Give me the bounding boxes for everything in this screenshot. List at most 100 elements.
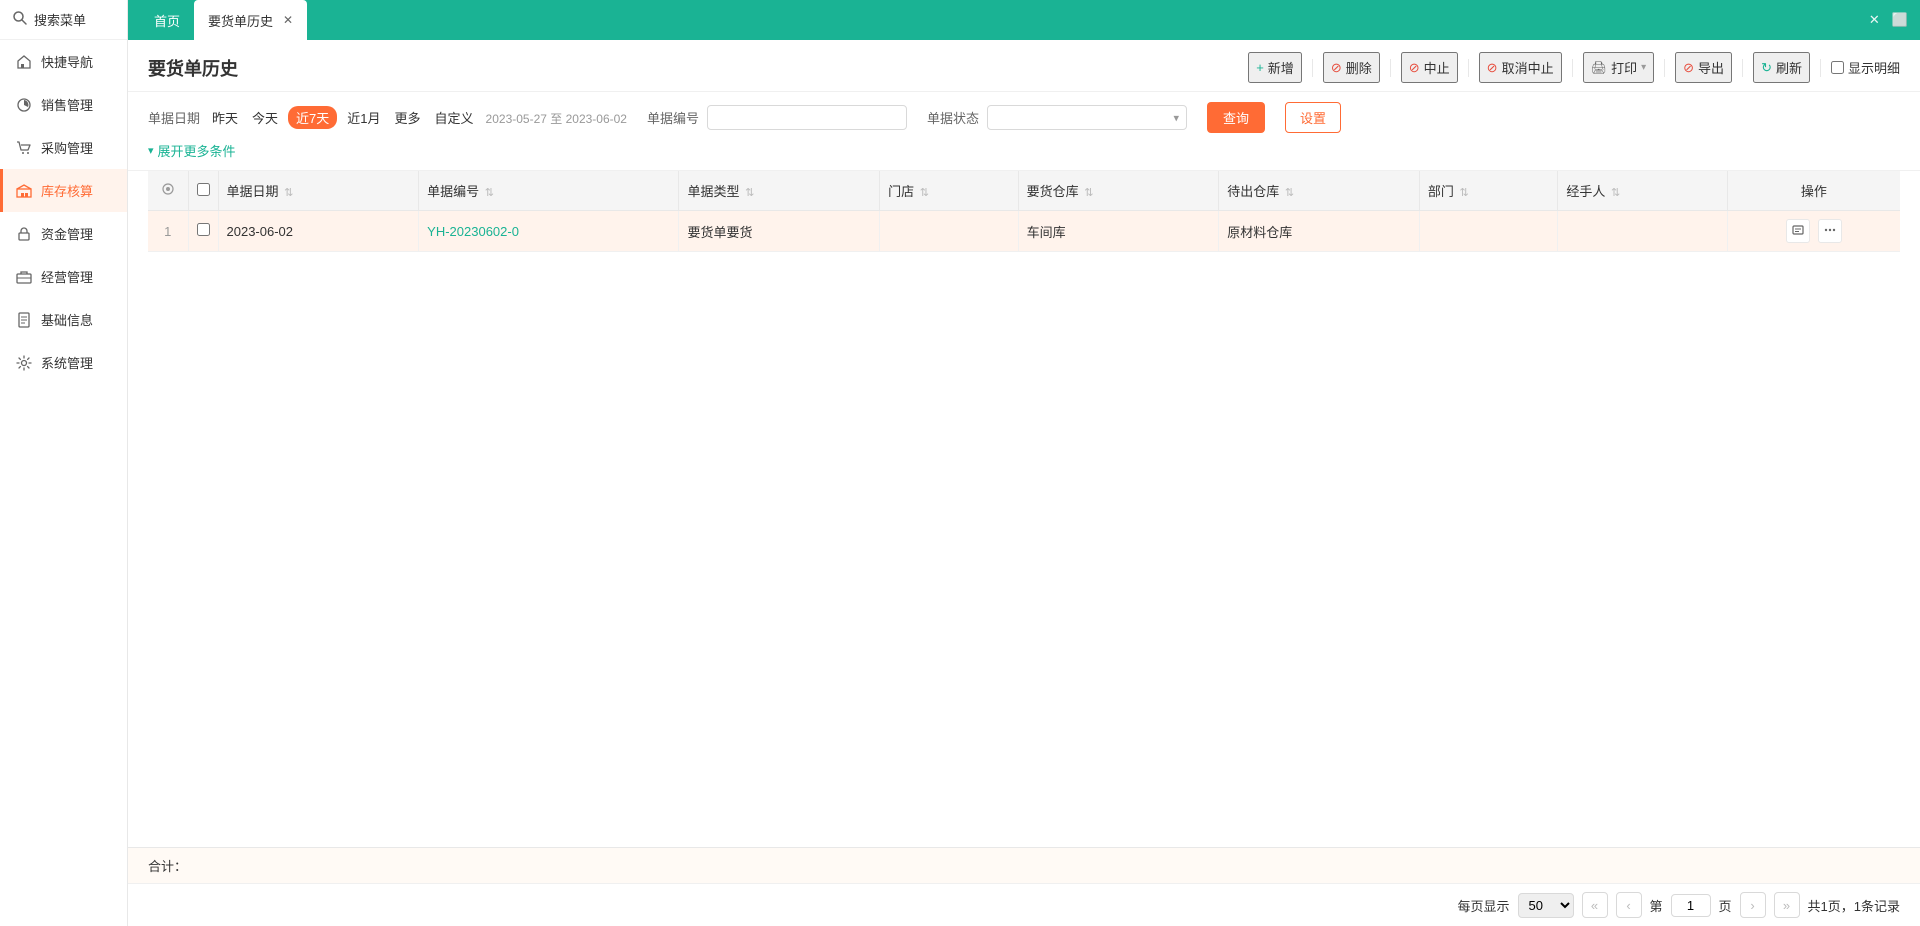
table-row: 1 2023-06-02 YH-20230602-0 要货单要货 车间库 原材料… bbox=[148, 211, 1900, 252]
page-suffix: 页 bbox=[1719, 896, 1732, 915]
sidebar-search[interactable]: 搜索菜单 bbox=[0, 0, 127, 40]
date-btn-last1month[interactable]: 近1月 bbox=[343, 106, 384, 129]
sort-type-icon[interactable]: ⇅ bbox=[745, 187, 754, 199]
sidebar-item-quick-nav[interactable]: 快捷导航 bbox=[0, 40, 127, 83]
sidebar-item-inventory[interactable]: 库存核算 bbox=[0, 169, 127, 212]
sort-store-icon[interactable]: ⇅ bbox=[920, 187, 929, 199]
status-dropdown-icon[interactable]: ▾ bbox=[1173, 111, 1179, 124]
col-operation: 操作 bbox=[1727, 171, 1900, 211]
prev-page-button[interactable]: ‹ bbox=[1616, 892, 1642, 918]
row-order-link[interactable]: YH-20230602-0 bbox=[427, 224, 519, 239]
select-all-checkbox[interactable] bbox=[197, 183, 210, 196]
date-btn-today[interactable]: 今天 bbox=[248, 106, 282, 129]
table-select-all-col[interactable] bbox=[188, 171, 218, 211]
window-close-icon[interactable]: ✕ bbox=[1869, 12, 1880, 28]
cancel-stop-label: 取消中止 bbox=[1502, 58, 1554, 77]
prev-page-icon: ‹ bbox=[1626, 898, 1630, 913]
delete-button[interactable]: ⊘ 删除 bbox=[1323, 52, 1380, 83]
page-size-select[interactable]: 10 20 50 100 bbox=[1518, 893, 1574, 918]
footer-summary: 合计： bbox=[128, 847, 1920, 883]
row-department bbox=[1419, 211, 1557, 252]
row-checkbox-cell[interactable] bbox=[188, 211, 218, 252]
sidebar-item-label: 采购管理 bbox=[41, 138, 93, 157]
last-page-button[interactable]: » bbox=[1774, 892, 1800, 918]
first-page-button[interactable]: « bbox=[1582, 892, 1608, 918]
row-checkbox[interactable] bbox=[197, 223, 210, 236]
col-handler: 经手人 ⇅ bbox=[1558, 171, 1728, 211]
sidebar-item-label: 快捷导航 bbox=[41, 52, 93, 71]
sort-handler-icon[interactable]: ⇅ bbox=[1611, 187, 1620, 199]
delete-label: 删除 bbox=[1346, 58, 1372, 77]
date-btn-more[interactable]: 更多 bbox=[391, 106, 425, 129]
col-store: 门店 ⇅ bbox=[880, 171, 1018, 211]
stop-button[interactable]: ⊘ 中止 bbox=[1401, 52, 1458, 83]
row-view-button[interactable] bbox=[1786, 219, 1810, 243]
sidebar-item-purchase[interactable]: 采购管理 bbox=[0, 126, 127, 169]
home-icon bbox=[15, 53, 33, 71]
date-btn-custom[interactable]: 自定义 bbox=[431, 106, 478, 129]
sort-department-icon[interactable]: ⇅ bbox=[1460, 187, 1469, 199]
print-label: 打印 bbox=[1611, 58, 1637, 77]
sort-date-icon[interactable]: ⇅ bbox=[284, 187, 293, 199]
view-icon bbox=[1792, 224, 1804, 239]
col-req-warehouse: 要货仓库 ⇅ bbox=[1018, 171, 1219, 211]
settings-button[interactable]: 设置 bbox=[1285, 102, 1341, 133]
topbar-right: ✕ ⬜ bbox=[1869, 12, 1908, 28]
export-button[interactable]: ⊘ 导出 bbox=[1675, 52, 1732, 83]
more-icon bbox=[1824, 224, 1836, 239]
col-handler-label: 经手人 bbox=[1566, 184, 1605, 199]
date-btn-yesterday[interactable]: 昨天 bbox=[208, 106, 242, 129]
sort-req-warehouse-icon[interactable]: ⇅ bbox=[1084, 187, 1093, 199]
row-num: 1 bbox=[148, 211, 188, 252]
row-order-no: YH-20230602-0 bbox=[419, 211, 679, 252]
tab-home-label: 首页 bbox=[154, 11, 180, 30]
row-type: 要货单要货 bbox=[679, 211, 880, 252]
display-detail-checkbox[interactable]: 显示明细 bbox=[1831, 58, 1900, 77]
col-pending-warehouse-label: 待出仓库 bbox=[1227, 184, 1279, 199]
sort-order-no-icon[interactable]: ⇅ bbox=[485, 187, 494, 199]
expand-conditions-btn[interactable]: ▾ 展开更多条件 bbox=[148, 141, 1900, 160]
table-settings-col[interactable] bbox=[148, 171, 188, 211]
tab-home[interactable]: 首页 bbox=[140, 0, 194, 40]
next-page-button[interactable]: › bbox=[1740, 892, 1766, 918]
refresh-button[interactable]: ↻ 刷新 bbox=[1753, 52, 1810, 83]
sidebar-item-label: 经营管理 bbox=[41, 267, 93, 286]
print-button[interactable]: 🖨 打印 ▾ bbox=[1583, 52, 1655, 83]
display-detail-input[interactable] bbox=[1831, 61, 1844, 74]
col-order-no-label: 单据编号 bbox=[427, 184, 479, 199]
date-btn-last7days[interactable]: 近7天 bbox=[288, 106, 337, 129]
first-page-icon: « bbox=[1591, 898, 1598, 913]
refresh-label: 刷新 bbox=[1776, 58, 1802, 77]
status-input[interactable] bbox=[987, 105, 1187, 130]
col-department: 部门 ⇅ bbox=[1419, 171, 1557, 211]
window-maximize-icon[interactable]: ⬜ bbox=[1892, 12, 1908, 28]
warehouse-icon bbox=[15, 182, 33, 200]
pagination-bar: 每页显示 10 20 50 100 « ‹ 第 页 › » 共1页，1条记录 bbox=[128, 883, 1920, 926]
divider4 bbox=[1572, 59, 1573, 77]
settings-icon bbox=[15, 354, 33, 372]
tab-close-icon[interactable]: ✕ bbox=[283, 13, 293, 27]
content-area: 要货单历史 + 新增 ⊘ 删除 ⊘ 中止 ⊘ bbox=[128, 40, 1920, 926]
new-button[interactable]: + 新增 bbox=[1248, 52, 1302, 83]
sidebar-item-basic-info[interactable]: 基础信息 bbox=[0, 298, 127, 341]
tab-requisition-history[interactable]: 要货单历史 ✕ bbox=[194, 0, 307, 40]
sidebar-item-system[interactable]: 系统管理 bbox=[0, 341, 127, 384]
row-more-button[interactable] bbox=[1818, 219, 1842, 243]
col-type-label: 单据类型 bbox=[687, 184, 739, 199]
cancel-stop-button[interactable]: ⊘ 取消中止 bbox=[1479, 52, 1562, 83]
col-date: 单据日期 ⇅ bbox=[218, 171, 419, 211]
sidebar-item-operation[interactable]: 经营管理 bbox=[0, 255, 127, 298]
sidebar-item-finance[interactable]: 资金管理 bbox=[0, 212, 127, 255]
page-number-input[interactable] bbox=[1671, 894, 1711, 917]
order-no-input[interactable] bbox=[707, 105, 907, 130]
row-operations bbox=[1727, 211, 1900, 252]
divider5 bbox=[1664, 59, 1665, 77]
query-button[interactable]: 查询 bbox=[1207, 102, 1265, 133]
col-operation-label: 操作 bbox=[1801, 184, 1827, 199]
divider3 bbox=[1468, 59, 1469, 77]
tab-requisition-history-label: 要货单历史 bbox=[208, 11, 273, 30]
sort-pending-warehouse-icon[interactable]: ⇅ bbox=[1285, 187, 1294, 199]
sidebar-item-label: 销售管理 bbox=[41, 95, 93, 114]
sidebar-item-sales[interactable]: 销售管理 bbox=[0, 83, 127, 126]
page-title: 要货单历史 bbox=[148, 55, 1248, 81]
